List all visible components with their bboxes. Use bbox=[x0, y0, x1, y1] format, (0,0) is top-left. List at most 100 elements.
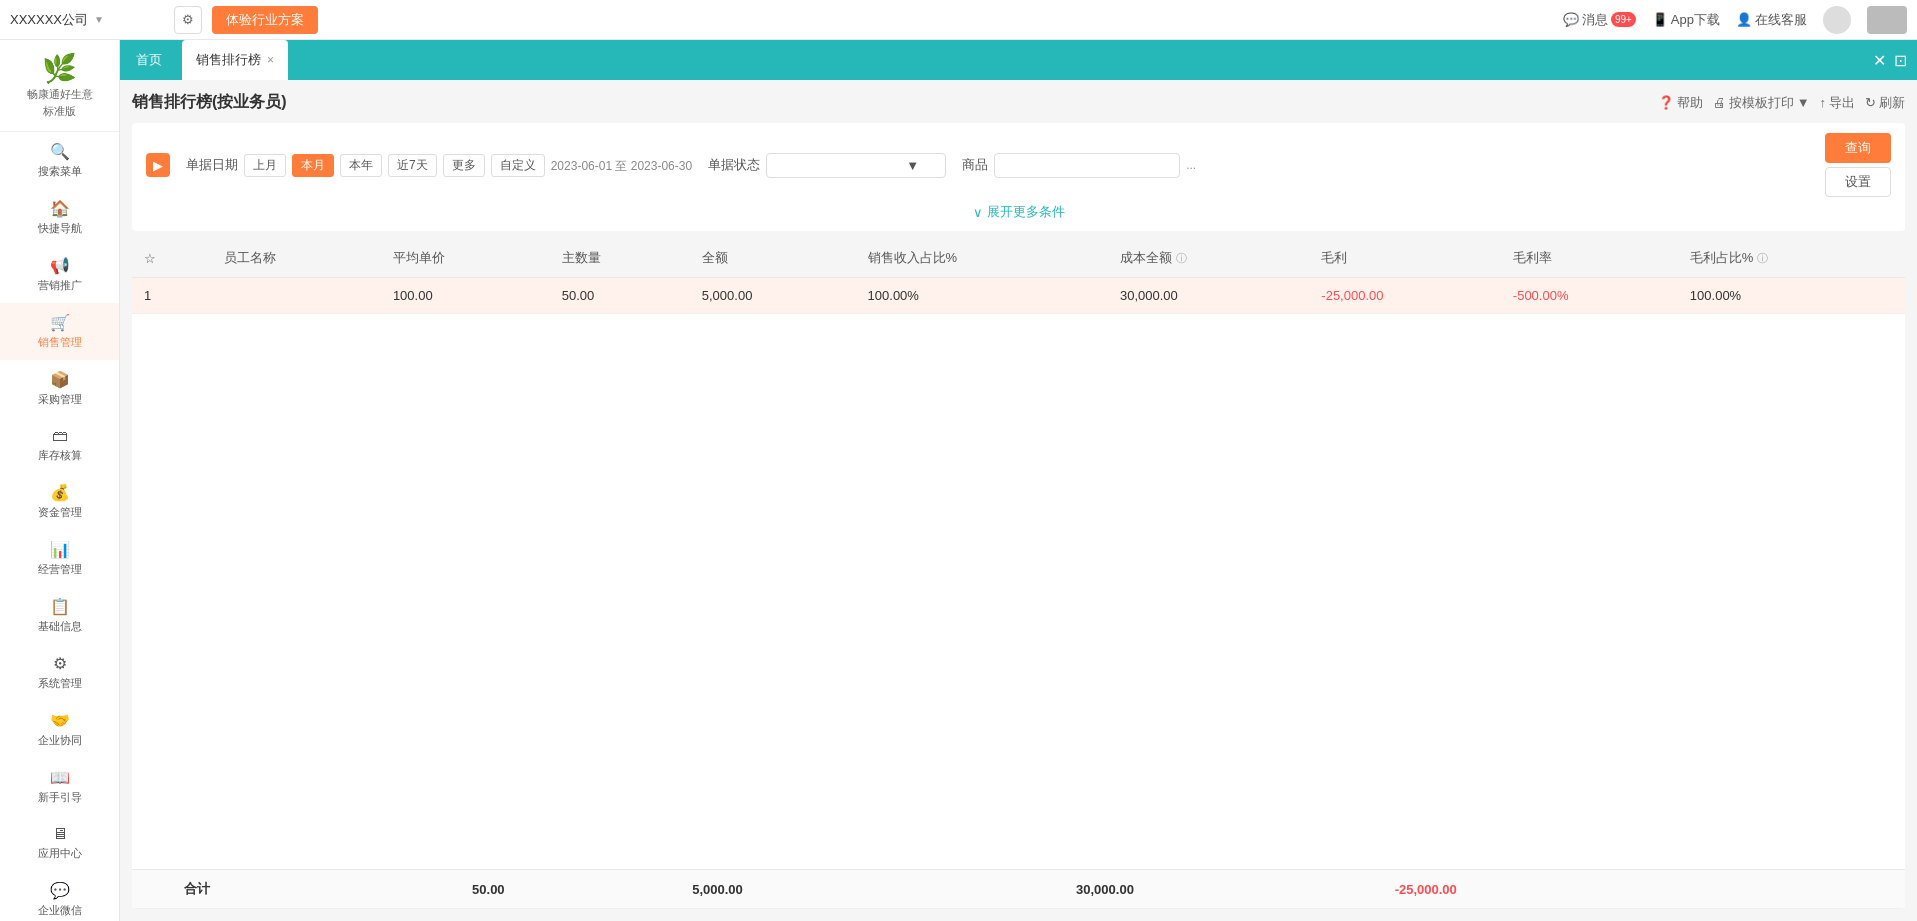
setting-button[interactable]: 设置 bbox=[1825, 167, 1891, 197]
cost-info-icon[interactable]: ⓘ bbox=[1176, 252, 1187, 264]
sidebar-item-marketing[interactable]: 📢 营销推广 bbox=[0, 246, 119, 303]
expand-more-btn[interactable]: ∨ 展开更多条件 bbox=[146, 203, 1891, 221]
message-icon: 💬 bbox=[1563, 12, 1579, 27]
sidebar-label-operations: 经营管理 bbox=[38, 562, 82, 577]
status-select[interactable]: ▼ bbox=[766, 153, 946, 178]
table-body: 1 100.00 50.00 5,000.00 100.00% 30,000.0… bbox=[132, 278, 1905, 314]
tab-minimize-icon[interactable]: ✕ bbox=[1873, 51, 1886, 70]
footer-amount: 5,000.00 bbox=[680, 870, 970, 909]
app-download-button[interactable]: 📱 App下载 bbox=[1652, 11, 1720, 29]
more-filter-icon[interactable]: ... bbox=[1186, 158, 1196, 172]
filter-bar: ▶ 单据日期 上月 本月 本年 近7天 更多 自定义 2023-06-01 至 … bbox=[132, 123, 1905, 231]
goods-filter-group: 商品 ... bbox=[962, 153, 1196, 178]
date-btn-custom[interactable]: 自定义 bbox=[491, 154, 545, 177]
footer-label: 合计 bbox=[172, 870, 367, 909]
appcenter-icon: 🖥 bbox=[52, 825, 68, 843]
cell-gross-pct: 100.00% bbox=[1678, 278, 1905, 314]
company-name: XXXXXX公司 bbox=[10, 11, 88, 29]
sidebar-item-basics[interactable]: 📋 基础信息 bbox=[0, 587, 119, 644]
date-btn-this-year[interactable]: 本年 bbox=[340, 154, 382, 177]
refresh-icon: ↻ bbox=[1865, 95, 1876, 110]
filter-row: ▶ 单据日期 上月 本月 本年 近7天 更多 自定义 2023-06-01 至 … bbox=[146, 133, 1891, 197]
export-button[interactable]: ↑ 导出 bbox=[1820, 94, 1856, 112]
expand-down-icon: ∨ bbox=[973, 205, 983, 220]
sidebar-item-inventory[interactable]: 🗃 库存核算 bbox=[0, 417, 119, 473]
page-content: 销售排行榜(按业务员) ❓ 帮助 🖨 按模板打印 ▼ ↑ 导出 bbox=[120, 80, 1917, 921]
table-row: 1 100.00 50.00 5,000.00 100.00% 30,000.0… bbox=[132, 278, 1905, 314]
sidebar-item-wechat[interactable]: 💬 企业微信 bbox=[0, 871, 119, 921]
avatar[interactable] bbox=[1823, 6, 1851, 34]
tab-sales-ranking[interactable]: 销售排行榜 × bbox=[182, 40, 288, 80]
sidebar-label-marketing: 营销推广 bbox=[38, 278, 82, 293]
date-btn-last-month[interactable]: 上月 bbox=[244, 154, 286, 177]
table-footer-table: 合计 50.00 5,000.00 30,000.00 -25,000.00 bbox=[132, 869, 1905, 909]
sidebar-item-collab[interactable]: 🤝 企业协同 bbox=[0, 701, 119, 758]
tab-close-icon[interactable]: × bbox=[267, 53, 274, 67]
status-filter-group: 单据状态 ▼ bbox=[708, 153, 946, 178]
logo-version: 标准版 bbox=[43, 104, 76, 119]
page-header: 销售排行榜(按业务员) ❓ 帮助 🖨 按模板打印 ▼ ↑ 导出 bbox=[132, 92, 1905, 113]
sidebar-label-finance: 资金管理 bbox=[38, 505, 82, 520]
top-bar-right: 💬 消息 99+ 📱 App下载 👤 在线客服 bbox=[1563, 6, 1907, 34]
filter-toggle-arrow[interactable]: ▶ bbox=[146, 153, 170, 177]
refresh-button[interactable]: ↻ 刷新 bbox=[1865, 94, 1905, 112]
goods-filter-label: 商品 bbox=[962, 156, 988, 174]
col-avg-price: 平均单价 bbox=[381, 239, 550, 278]
cell-avg-price: 100.00 bbox=[381, 278, 550, 314]
guide-icon: 📖 bbox=[50, 768, 70, 787]
sidebar-label-collab: 企业协同 bbox=[38, 733, 82, 748]
col-gross-profit: 毛利 bbox=[1309, 239, 1501, 278]
cell-name bbox=[212, 278, 381, 314]
message-button[interactable]: 💬 消息 99+ bbox=[1563, 11, 1636, 29]
basics-icon: 📋 bbox=[50, 597, 70, 616]
date-btn-more[interactable]: 更多 bbox=[443, 154, 485, 177]
date-filter-group: 单据日期 上月 本月 本年 近7天 更多 自定义 2023-06-01 至 20… bbox=[186, 154, 692, 177]
sidebar-label-appcenter: 应用中心 bbox=[38, 846, 82, 861]
logo-icon: 🌿 bbox=[42, 52, 77, 85]
sidebar-label-wechat: 企业微信 bbox=[38, 903, 82, 918]
main-layout: 🌿 畅康通好生意 标准版 🔍 搜索菜单 🏠 快捷导航 📢 营销推广 🛒 销售管理… bbox=[0, 40, 1917, 921]
sidebar-label-basics: 基础信息 bbox=[38, 619, 82, 634]
cell-amount: 5,000.00 bbox=[690, 278, 856, 314]
table-footer-wrap: 合计 50.00 5,000.00 30,000.00 -25,000.00 bbox=[132, 869, 1905, 909]
sidebar-item-finance[interactable]: 💰 资金管理 bbox=[0, 473, 119, 530]
settings-icon[interactable]: ⚙ bbox=[174, 6, 202, 34]
sidebar-item-nav[interactable]: 🏠 快捷导航 bbox=[0, 189, 119, 246]
search-button[interactable]: 查询 bbox=[1825, 133, 1891, 163]
date-btn-this-month[interactable]: 本月 bbox=[292, 154, 334, 177]
help-button[interactable]: ❓ 帮助 bbox=[1658, 94, 1703, 112]
sidebar-item-search[interactable]: 🔍 搜索菜单 bbox=[0, 132, 119, 189]
sidebar-item-guide[interactable]: 📖 新手引导 bbox=[0, 758, 119, 815]
footer-row: 合计 50.00 5,000.00 30,000.00 -25,000.00 bbox=[132, 870, 1905, 909]
company-selector[interactable]: XXXXXX公司 ▼ bbox=[10, 11, 170, 29]
sidebar-item-operations[interactable]: 📊 经营管理 bbox=[0, 530, 119, 587]
help-icon: ❓ bbox=[1658, 95, 1674, 110]
date-filter-label: 单据日期 bbox=[186, 156, 238, 174]
col-rank: ☆ bbox=[132, 239, 212, 278]
table-header-row: ☆ 员工名称 平均单价 主数量 全额 销售收入占比% 成本全额 ⓘ bbox=[132, 239, 1905, 278]
sidebar-item-sales[interactable]: 🛒 销售管理 bbox=[0, 303, 119, 360]
table-footer: 合计 50.00 5,000.00 30,000.00 -25,000.00 bbox=[132, 870, 1905, 909]
logo-subtext: 畅康通好生意 bbox=[27, 87, 93, 102]
date-btn-7days[interactable]: 近7天 bbox=[388, 154, 437, 177]
date-range-display: 2023-06-01 至 2023-06-30 bbox=[551, 158, 692, 175]
print-icon: 🖨 bbox=[1713, 95, 1726, 110]
tab-maximize-icon[interactable]: ⊡ bbox=[1894, 51, 1907, 70]
content-area: 首页 销售排行榜 × ✕ ⊡ 销售排行榜(按业务员) ❓ 帮助 bbox=[120, 40, 1917, 921]
col-cost-amount: 成本全额 ⓘ bbox=[1108, 239, 1309, 278]
trial-button[interactable]: 体验行业方案 bbox=[212, 6, 318, 34]
tab-home[interactable]: 首页 bbox=[120, 40, 178, 80]
sidebar-item-purchase[interactable]: 📦 采购管理 bbox=[0, 360, 119, 417]
template-print-button[interactable]: 🖨 按模板打印 ▼ bbox=[1713, 94, 1810, 112]
sidebar-item-appcenter[interactable]: 🖥 应用中心 bbox=[0, 815, 119, 871]
sidebar-item-system[interactable]: ⚙ 系统管理 bbox=[0, 644, 119, 701]
goods-filter-input[interactable] bbox=[994, 153, 1180, 178]
col-gross-rate: 毛利率 bbox=[1501, 239, 1678, 278]
online-service-button[interactable]: 👤 在线客服 bbox=[1736, 11, 1807, 29]
message-label: 消息 bbox=[1582, 11, 1608, 29]
cell-gross-profit: -25,000.00 bbox=[1309, 278, 1501, 314]
home-icon: 🏠 bbox=[50, 199, 70, 218]
gross-pct-info-icon[interactable]: ⓘ bbox=[1757, 252, 1768, 264]
table-header: ☆ 员工名称 平均单价 主数量 全额 销售收入占比% 成本全额 ⓘ bbox=[132, 239, 1905, 278]
tab-label: 销售排行榜 bbox=[196, 51, 261, 69]
